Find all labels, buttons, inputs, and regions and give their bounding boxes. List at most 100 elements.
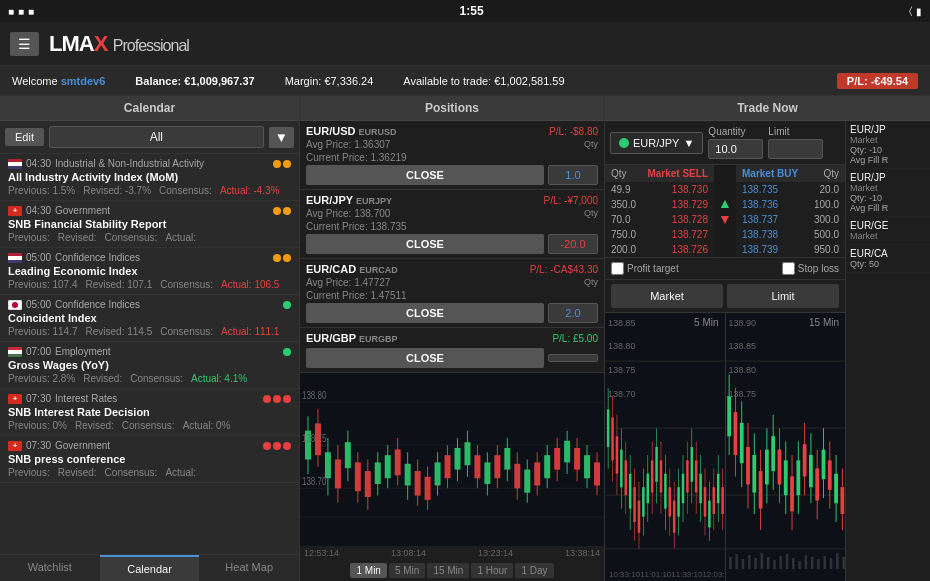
dot xyxy=(263,395,271,403)
svg-rect-167 xyxy=(729,557,732,569)
qty-input-eurcad[interactable]: 2.0 xyxy=(548,303,598,323)
svg-rect-35 xyxy=(454,448,460,470)
dot xyxy=(273,442,281,450)
limit-input[interactable] xyxy=(768,139,823,159)
status-bar: ■ ■ ■ 1:55 〈 ▮ xyxy=(0,0,930,22)
filter-dropdown[interactable]: ▼ xyxy=(269,127,294,148)
close-eurjpy-button[interactable]: CLOSE xyxy=(306,234,544,254)
price-label-mid2: 138.85 xyxy=(729,341,757,351)
svg-rect-112 xyxy=(695,460,698,492)
svg-rect-185 xyxy=(842,557,845,569)
sell-header: Qty Market SELL xyxy=(605,165,714,182)
flag-icon-ch: + xyxy=(8,394,22,404)
ob-buy-row: 138.73520.0 xyxy=(736,182,845,197)
sell-qty-header: Qty xyxy=(611,168,627,179)
stop-loss-check[interactable]: Stop loss xyxy=(782,262,839,275)
dot xyxy=(283,395,291,403)
svg-rect-130 xyxy=(727,396,731,436)
pos-pnl: P/L: -CA$43.30 xyxy=(530,264,598,275)
svg-rect-96 xyxy=(660,460,663,492)
filter-select[interactable]: All xyxy=(49,126,264,148)
edit-button[interactable]: Edit xyxy=(5,128,44,146)
svg-rect-59 xyxy=(574,448,580,470)
tf-1hour[interactable]: 1 Hour xyxy=(471,563,513,578)
svg-rect-45 xyxy=(504,448,510,470)
arrow-up-icon: ▲ xyxy=(718,195,732,211)
close-eurcad-button[interactable]: CLOSE xyxy=(306,303,544,323)
position-eurusd: EUR/USD EURUSD P/L: -$8.80 Avg Price: 1.… xyxy=(300,121,604,190)
svg-rect-180 xyxy=(810,557,813,569)
svg-text:138.70: 138.70 xyxy=(302,475,327,488)
tf-1day[interactable]: 1 Day xyxy=(515,563,553,578)
tf-5min[interactable]: 5 Min xyxy=(389,563,425,578)
svg-rect-76 xyxy=(616,436,619,474)
limit-label: Limit xyxy=(768,126,823,137)
position-eurcad: EUR/CAD EURCAD P/L: -CA$43.30 Avg Price:… xyxy=(300,259,604,328)
15min-chart-svg xyxy=(726,321,846,581)
svg-rect-82 xyxy=(629,474,632,509)
svg-rect-33 xyxy=(445,455,451,478)
tf-1min[interactable]: 1 Min xyxy=(350,563,386,578)
svg-rect-49 xyxy=(524,470,530,493)
tab-heatmap[interactable]: Heat Map xyxy=(199,555,299,581)
ob-buy-row: 138.737300.0 xyxy=(736,212,845,227)
position-top: EUR/GBP EURGBP P/L: £5.00 xyxy=(306,332,598,344)
tab-watchlist[interactable]: Watchlist xyxy=(0,555,100,581)
flag-icon-ch: + xyxy=(8,441,22,451)
pos-pnl: P/L: -$8.80 xyxy=(549,126,598,137)
svg-rect-154 xyxy=(802,444,806,476)
tf-15min[interactable]: 15 Min xyxy=(427,563,469,578)
svg-rect-160 xyxy=(821,450,825,479)
svg-rect-158 xyxy=(815,468,819,500)
instrument-name: EUR/JPY xyxy=(633,137,679,149)
trade-content: EUR/JPY ▼ Quantity Limit xyxy=(605,121,930,581)
ob-buy-row: 138.736100.0 xyxy=(736,197,845,212)
svg-rect-11 xyxy=(335,460,341,489)
ob-sell-row: 70.0138.728 xyxy=(605,212,714,227)
ob-buy-row: 138.739950.0 xyxy=(736,242,845,257)
tab-calendar[interactable]: Calendar xyxy=(100,555,200,581)
position-mid: Avg Price: 138.700 Qty xyxy=(306,208,598,219)
event-name: Leading Economic Index xyxy=(8,265,291,277)
svg-rect-176 xyxy=(785,554,788,569)
limit-button[interactable]: Limit xyxy=(727,284,839,308)
mini-candlestick-chart: 138.80 138.75 138.70 xyxy=(300,373,604,546)
qty-input-eurgbp[interactable] xyxy=(548,354,598,362)
balance-display: Balance: €1,009,967.37 xyxy=(135,75,254,87)
svg-rect-94 xyxy=(655,447,658,482)
svg-rect-84 xyxy=(633,487,636,522)
calendar-item: 05:00 Confidence Indices Leading Economi… xyxy=(0,248,299,295)
svg-rect-57 xyxy=(564,441,570,463)
svg-rect-177 xyxy=(792,558,795,569)
profit-target-check[interactable]: Profit target xyxy=(611,262,679,275)
menu-button[interactable]: ☰ xyxy=(10,32,39,56)
event-name: Coincident Index xyxy=(8,312,291,324)
flag-icon-hu xyxy=(8,347,22,357)
market-button[interactable]: Market xyxy=(611,284,723,308)
mini-chart-area: 138.80 138.75 138.70 xyxy=(300,373,604,546)
close-eurgbp-button[interactable]: CLOSE xyxy=(306,348,544,368)
calendar-item-title: 05:00 Confidence Indices xyxy=(8,252,291,263)
svg-rect-51 xyxy=(534,462,540,485)
limit-container: Limit xyxy=(768,126,823,159)
svg-rect-37 xyxy=(464,442,470,465)
close-eurusd-button[interactable]: CLOSE xyxy=(306,165,544,185)
svg-rect-13 xyxy=(345,442,351,468)
importance-dots xyxy=(283,301,291,309)
positions-panel: Positions EUR/USD EURUSD P/L: -$8.80 Avg… xyxy=(300,96,605,581)
5min-time-labels: 10:33:10 11:01:10 11:33:10 12:03:10 12:3… xyxy=(609,570,721,579)
app-logo: LMAX Professional xyxy=(49,31,189,57)
price-label-low: 138.75 xyxy=(608,365,636,375)
instrument-select[interactable]: EUR/JPY ▼ xyxy=(610,132,703,154)
svg-rect-108 xyxy=(686,460,689,492)
qty-input[interactable] xyxy=(708,139,763,159)
profit-target-checkbox[interactable] xyxy=(611,262,624,275)
qty-input-eurusd[interactable]: 1.0 xyxy=(548,165,598,185)
qty-input-eurjpy[interactable]: -20.0 xyxy=(548,234,598,254)
svg-rect-53 xyxy=(544,455,550,478)
status-icons: ■ ■ ■ xyxy=(8,6,34,17)
logo-sub: Professional xyxy=(109,37,189,54)
stop-loss-checkbox[interactable] xyxy=(782,262,795,275)
svg-rect-122 xyxy=(717,474,720,503)
5min-label: 5 Min xyxy=(694,317,718,328)
